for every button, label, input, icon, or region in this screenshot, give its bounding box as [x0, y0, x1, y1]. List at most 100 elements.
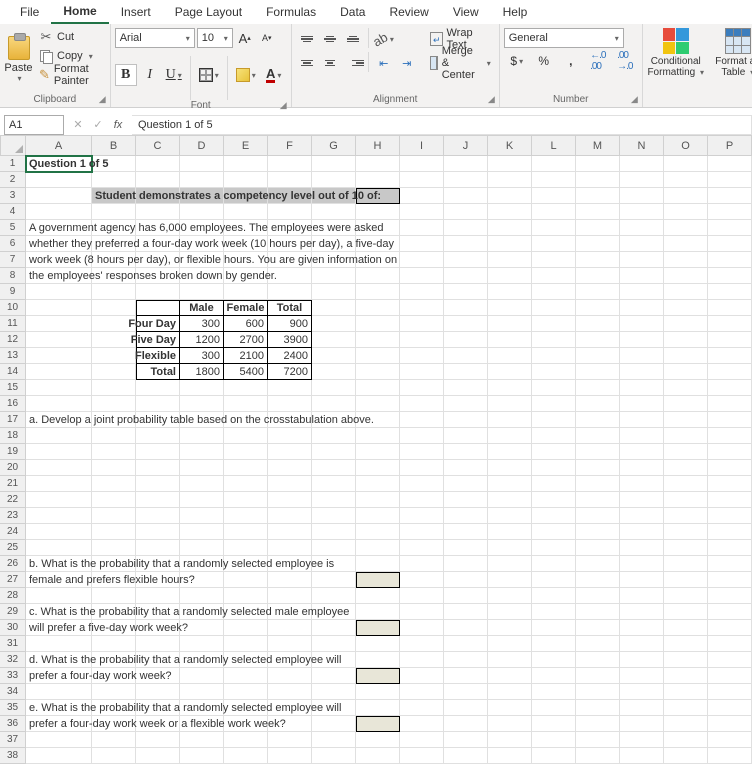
cell[interactable]	[26, 348, 92, 364]
cell[interactable]	[620, 556, 664, 572]
cell[interactable]	[576, 316, 620, 332]
cell[interactable]	[664, 508, 708, 524]
cell[interactable]	[708, 172, 752, 188]
row-header[interactable]: 18	[0, 428, 26, 444]
cell[interactable]	[664, 572, 708, 588]
cell[interactable]	[708, 668, 752, 684]
cell[interactable]	[708, 684, 752, 700]
cell[interactable]	[576, 668, 620, 684]
cell[interactable]: prefer a four-day work week?	[26, 668, 92, 684]
comma-format-button[interactable]: ,	[558, 50, 584, 72]
cell[interactable]	[26, 588, 92, 604]
cell[interactable]	[400, 444, 444, 460]
column-header[interactable]: F	[268, 136, 312, 156]
tab-formulas[interactable]: Formulas	[254, 1, 328, 23]
cell[interactable]	[26, 492, 92, 508]
font-color-button[interactable]: A▾	[261, 64, 287, 86]
cell[interactable]	[444, 652, 488, 668]
cell[interactable]	[532, 428, 576, 444]
cell[interactable]	[180, 156, 224, 172]
cell[interactable]	[708, 492, 752, 508]
cell[interactable]: Total	[268, 300, 312, 316]
cell[interactable]	[576, 572, 620, 588]
cell[interactable]	[708, 316, 752, 332]
cell[interactable]	[444, 508, 488, 524]
cell[interactable]	[136, 460, 180, 476]
cell[interactable]	[488, 700, 532, 716]
cell[interactable]	[620, 492, 664, 508]
cell[interactable]	[400, 716, 444, 732]
cell[interactable]	[708, 252, 752, 268]
cell[interactable]	[664, 348, 708, 364]
cell[interactable]	[312, 364, 356, 380]
cell[interactable]	[268, 636, 312, 652]
cell[interactable]	[708, 700, 752, 716]
cell[interactable]	[356, 540, 400, 556]
cell[interactable]	[356, 284, 400, 300]
cell[interactable]	[488, 476, 532, 492]
column-header[interactable]: I	[400, 136, 444, 156]
row-header[interactable]: 1	[0, 156, 26, 172]
cell[interactable]	[312, 284, 356, 300]
cell[interactable]	[400, 572, 444, 588]
cell[interactable]	[532, 700, 576, 716]
cell[interactable]	[224, 540, 268, 556]
cell[interactable]	[664, 284, 708, 300]
cell[interactable]	[92, 348, 136, 364]
column-header[interactable]: O	[664, 136, 708, 156]
row-header[interactable]: 4	[0, 204, 26, 220]
row-header[interactable]: 30	[0, 620, 26, 636]
cell[interactable]: Five Day	[136, 332, 180, 348]
cell[interactable]	[488, 412, 532, 428]
italic-button[interactable]: I	[139, 64, 161, 86]
cell[interactable]	[400, 156, 444, 172]
cell[interactable]	[180, 380, 224, 396]
cell[interactable]	[444, 556, 488, 572]
cell[interactable]	[664, 476, 708, 492]
cell[interactable]	[620, 348, 664, 364]
tab-insert[interactable]: Insert	[109, 1, 163, 23]
cell[interactable]	[180, 524, 224, 540]
cell[interactable]	[136, 588, 180, 604]
cell[interactable]	[532, 540, 576, 556]
cell[interactable]	[400, 364, 444, 380]
cell[interactable]	[708, 460, 752, 476]
cell[interactable]: work week (8 hours per day), or flexible…	[26, 252, 92, 268]
row-header[interactable]: 13	[0, 348, 26, 364]
cell[interactable]	[488, 588, 532, 604]
borders-button[interactable]: ▾	[196, 64, 222, 86]
cell[interactable]	[26, 540, 92, 556]
cell[interactable]	[312, 508, 356, 524]
cell[interactable]	[532, 364, 576, 380]
row-header[interactable]: 10	[0, 300, 26, 316]
cell[interactable]	[620, 332, 664, 348]
cell[interactable]	[444, 316, 488, 332]
cell[interactable]	[136, 748, 180, 764]
cell[interactable]	[92, 732, 136, 748]
cell[interactable]	[532, 396, 576, 412]
cell[interactable]	[532, 460, 576, 476]
row-header[interactable]: 22	[0, 492, 26, 508]
cell[interactable]	[444, 364, 488, 380]
cell[interactable]	[444, 332, 488, 348]
cell[interactable]	[664, 524, 708, 540]
row-header[interactable]: 35	[0, 700, 26, 716]
cell[interactable]	[444, 540, 488, 556]
cell[interactable]	[576, 156, 620, 172]
cell[interactable]	[708, 284, 752, 300]
cell[interactable]	[180, 460, 224, 476]
dialog-launcher-icon[interactable]: ◢	[631, 94, 638, 105]
row-header[interactable]: 9	[0, 284, 26, 300]
cell[interactable]	[356, 268, 400, 284]
cell[interactable]	[488, 204, 532, 220]
cell[interactable]	[400, 332, 444, 348]
cell[interactable]: Four Day	[136, 316, 180, 332]
cell[interactable]: Question 1 of 5	[26, 156, 92, 172]
row-header[interactable]: 25	[0, 540, 26, 556]
cell[interactable]	[576, 252, 620, 268]
cell[interactable]	[488, 172, 532, 188]
cell[interactable]	[444, 284, 488, 300]
cell[interactable]	[92, 524, 136, 540]
cell[interactable]: e. What is the probability that a random…	[26, 700, 92, 716]
cell[interactable]	[356, 588, 400, 604]
